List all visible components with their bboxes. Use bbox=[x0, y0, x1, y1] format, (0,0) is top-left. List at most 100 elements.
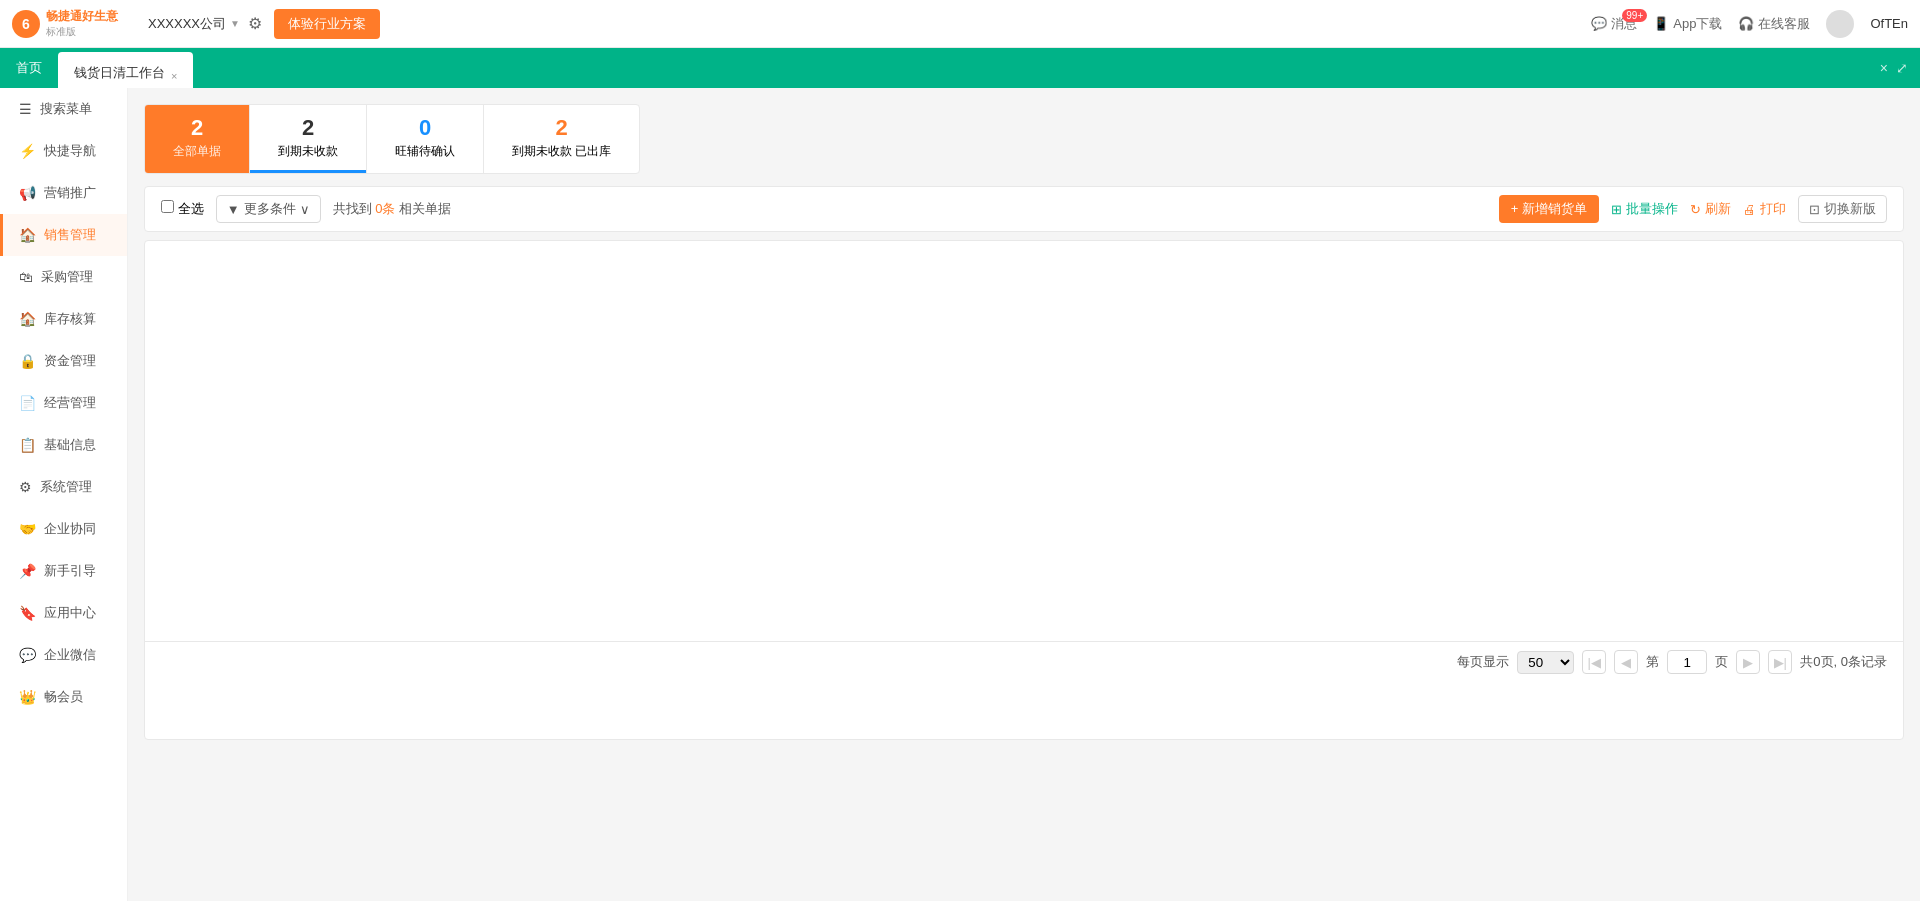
purchase-icon: 🛍 bbox=[19, 269, 33, 285]
table-area: 每页显示 50 100 200 |◀ ◀ 第 页 ▶ ▶| 共0页, 0条记录 bbox=[144, 240, 1904, 740]
toolbar-left: 全选 ▼ 更多条件 ∨ 共找到 0条 相关单据 bbox=[161, 195, 463, 223]
switch-icon: ⊡ bbox=[1809, 202, 1820, 217]
app-download-button[interactable]: 📱 App下载 bbox=[1653, 15, 1722, 33]
first-page-button[interactable]: |◀ bbox=[1582, 650, 1606, 674]
sidebar-item-app-center[interactable]: 🔖 应用中心 bbox=[0, 592, 127, 634]
sidebar-item-finance[interactable]: 🔒 资金管理 bbox=[0, 340, 127, 382]
stat-tab-all[interactable]: 2 全部单据 bbox=[145, 105, 250, 173]
company-name: XXXXXX公司 bbox=[148, 15, 226, 33]
sidebar-item-label-search-menu: 搜索菜单 bbox=[40, 100, 92, 118]
header-right: 💬 99+ 消息 📱 App下载 🎧 在线客服 OfTEn bbox=[1591, 10, 1908, 38]
online-service-button[interactable]: 🎧 在线客服 bbox=[1738, 15, 1810, 33]
logo-text-area: 畅捷通好生意 标准版 bbox=[46, 8, 118, 39]
tab-maximize-icon[interactable]: ⤢ bbox=[1896, 60, 1908, 76]
message-button[interactable]: 💬 99+ 消息 bbox=[1591, 15, 1637, 33]
switch-version-button[interactable]: ⊡ 切换新版 bbox=[1798, 195, 1887, 223]
sidebar-item-sales[interactable]: 🏠 销售管理 bbox=[0, 214, 127, 256]
sidebar-item-member[interactable]: 👑 畅会员 bbox=[0, 676, 127, 718]
sidebar-item-label-guide: 新手引导 bbox=[44, 562, 96, 580]
sidebar-item-label-wechat: 企业微信 bbox=[44, 646, 96, 664]
found-suffix: 相关单据 bbox=[399, 201, 451, 216]
sidebar: ☰ 搜索菜单 ⚡ 快捷导航 📢 营销推广 🏠 销售管理 🛍 采购管理 🏠 库存核… bbox=[0, 88, 128, 901]
member-icon: 👑 bbox=[19, 689, 36, 705]
app-download-label: App下载 bbox=[1673, 15, 1722, 33]
page-number-input[interactable] bbox=[1667, 650, 1707, 674]
found-count: 0条 bbox=[375, 201, 395, 216]
tab-active[interactable]: 钱货日清工作台 × bbox=[58, 52, 193, 88]
refresh-label: 刷新 bbox=[1705, 200, 1731, 218]
select-all-label: 全选 bbox=[178, 201, 204, 216]
refresh-icon: ↻ bbox=[1690, 202, 1701, 217]
sidebar-item-basic-info[interactable]: 📋 基础信息 bbox=[0, 424, 127, 466]
sidebar-item-wechat[interactable]: 💬 企业微信 bbox=[0, 634, 127, 676]
sidebar-item-label-member: 畅会员 bbox=[44, 688, 83, 706]
finance-icon: 🔒 bbox=[19, 353, 36, 369]
filter-arrow-icon: ∨ bbox=[300, 202, 310, 217]
logo-text: 畅捷通好生意 bbox=[46, 8, 118, 25]
stat-label-pending: 旺辅待确认 bbox=[395, 143, 455, 160]
sidebar-item-marketing[interactable]: 📢 营销推广 bbox=[0, 172, 127, 214]
sidebar-item-label-basic-info: 基础信息 bbox=[44, 436, 96, 454]
guide-icon: 📌 bbox=[19, 563, 36, 579]
toolbar: 全选 ▼ 更多条件 ∨ 共找到 0条 相关单据 + 新增销货单 ⊞ 批量操作 ↻ bbox=[144, 186, 1904, 232]
settings-button[interactable]: ⚙ bbox=[248, 14, 262, 33]
inventory-icon: 🏠 bbox=[19, 311, 36, 327]
company-arrow-icon: ▼ bbox=[230, 18, 240, 29]
stat-num-overdue-out: 2 bbox=[512, 115, 611, 141]
company-selector[interactable]: XXXXXX公司 ▼ bbox=[148, 15, 240, 33]
print-button[interactable]: 🖨 打印 bbox=[1743, 200, 1786, 218]
refresh-button[interactable]: ↻ 刷新 bbox=[1690, 200, 1731, 218]
sidebar-item-quick-nav[interactable]: ⚡ 快捷导航 bbox=[0, 130, 127, 172]
sidebar-item-inventory[interactable]: 🏠 库存核算 bbox=[0, 298, 127, 340]
select-all-checkbox[interactable]: 全选 bbox=[161, 200, 204, 218]
prev-page-button[interactable]: ◀ bbox=[1614, 650, 1638, 674]
stat-tab-overdue-out[interactable]: 2 到期未收款 已出库 bbox=[484, 105, 639, 173]
sidebar-item-label-sales: 销售管理 bbox=[44, 226, 96, 244]
print-label: 打印 bbox=[1760, 200, 1786, 218]
sidebar-item-system[interactable]: ⚙ 系统管理 bbox=[0, 466, 127, 508]
basic-info-icon: 📋 bbox=[19, 437, 36, 453]
tab-close-icon[interactable]: × bbox=[171, 70, 177, 82]
page-suffix: 页 bbox=[1715, 653, 1728, 671]
stat-num-overdue: 2 bbox=[278, 115, 338, 141]
batch-label: 批量操作 bbox=[1626, 200, 1678, 218]
logo-sub: 标准版 bbox=[46, 25, 118, 39]
next-page-button[interactable]: ▶ bbox=[1736, 650, 1760, 674]
quick-nav-icon: ⚡ bbox=[19, 143, 36, 159]
sidebar-item-enterprise[interactable]: 🤝 企业协同 bbox=[0, 508, 127, 550]
filter-button[interactable]: ▼ 更多条件 ∨ bbox=[216, 195, 321, 223]
logo-icon: 6 bbox=[12, 10, 40, 38]
empty-area bbox=[145, 241, 1903, 641]
trial-button[interactable]: 体验行业方案 bbox=[274, 9, 380, 39]
tab-home[interactable]: 首页 bbox=[0, 48, 58, 88]
logo-area: 6 畅捷通好生意 标准版 bbox=[12, 8, 140, 39]
switch-label: 切换新版 bbox=[1824, 200, 1876, 218]
select-all-input[interactable] bbox=[161, 200, 174, 213]
sidebar-item-guide[interactable]: 📌 新手引导 bbox=[0, 550, 127, 592]
app-download-icon: 📱 bbox=[1653, 16, 1669, 31]
total-label: 共0页, 0条记录 bbox=[1800, 653, 1887, 671]
batch-button[interactable]: ⊞ 批量操作 bbox=[1611, 200, 1678, 218]
online-service-label: 在线客服 bbox=[1758, 15, 1810, 33]
avatar[interactable] bbox=[1826, 10, 1854, 38]
add-button[interactable]: + 新增销货单 bbox=[1499, 195, 1599, 223]
page-size-select[interactable]: 50 100 200 bbox=[1517, 651, 1574, 674]
found-prefix: 共找到 bbox=[333, 201, 372, 216]
page-label: 第 bbox=[1646, 653, 1659, 671]
stat-num-all: 2 bbox=[173, 115, 221, 141]
stat-tab-overdue[interactable]: 2 到期未收款 bbox=[250, 105, 366, 170]
sidebar-item-purchase[interactable]: 🛍 采购管理 bbox=[0, 256, 127, 298]
sidebar-item-label-app-center: 应用中心 bbox=[44, 604, 96, 622]
app-center-icon: 🔖 bbox=[19, 605, 36, 621]
stat-tab-pending[interactable]: 0 旺辅待确认 bbox=[367, 105, 484, 173]
tab-home-label: 首页 bbox=[16, 59, 42, 77]
sales-icon: 🏠 bbox=[19, 227, 36, 243]
top-header: 6 畅捷通好生意 标准版 XXXXXX公司 ▼ ⚙ 体验行业方案 💬 99+ 消… bbox=[0, 0, 1920, 48]
sidebar-item-search-menu[interactable]: ☰ 搜索菜单 bbox=[0, 88, 127, 130]
sidebar-item-operations[interactable]: 📄 经营管理 bbox=[0, 382, 127, 424]
last-page-button[interactable]: ▶| bbox=[1768, 650, 1792, 674]
tab-close-all-icon[interactable]: × bbox=[1880, 60, 1888, 76]
stat-num-pending: 0 bbox=[395, 115, 455, 141]
sidebar-item-label-quick-nav: 快捷导航 bbox=[44, 142, 96, 160]
sidebar-item-label-marketing: 营销推广 bbox=[44, 184, 96, 202]
